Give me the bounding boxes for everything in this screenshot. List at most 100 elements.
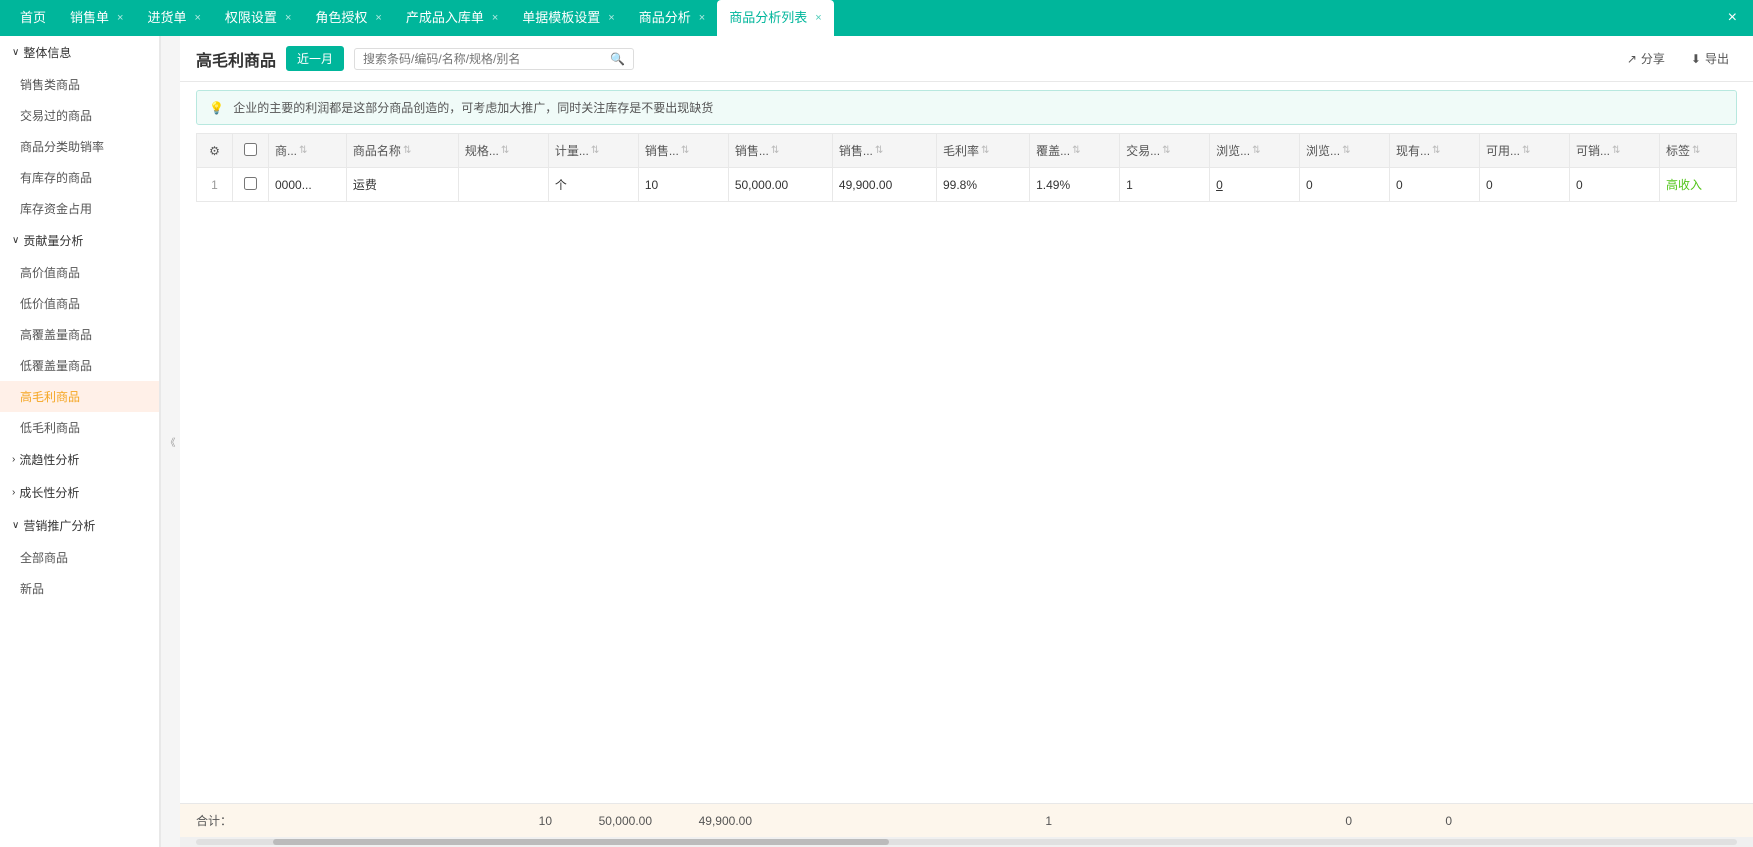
col-settings[interactable]: ⚙: [197, 134, 233, 168]
nav-product-warehouse[interactable]: 产成品入库单 ×: [394, 0, 510, 36]
sort-name-icon: ⇅: [403, 145, 411, 156]
cell-coverage: 1.49%: [1030, 168, 1120, 202]
nav-home[interactable]: 首页: [8, 0, 58, 36]
col-spec[interactable]: 规格... ⇅: [458, 134, 548, 168]
col-current-stock[interactable]: 现有... ⇅: [1390, 134, 1480, 168]
nav-product-analysis[interactable]: 商品分析 ×: [627, 0, 717, 36]
sort-unit-icon: ⇅: [591, 145, 599, 156]
col-available-stock[interactable]: 可用... ⇅: [1480, 134, 1570, 168]
cell-checkbox: [233, 168, 269, 202]
table-row: 1 0000... 运费: [197, 168, 1737, 202]
footer-sales-count: 10: [472, 814, 552, 828]
sort-available-icon: ⇅: [1522, 145, 1530, 156]
col-browse1[interactable]: 浏览... ⇅: [1210, 134, 1300, 168]
close-all-tabs-btn[interactable]: ×: [1720, 9, 1745, 27]
cell-current-stock: 0: [1390, 168, 1480, 202]
sidebar-section-contribution[interactable]: ∨ 贡献量分析: [0, 224, 159, 257]
sidebar-item-high-margin[interactable]: 高毛利商品: [0, 381, 159, 412]
share-icon: ↗: [1627, 52, 1637, 66]
sidebar-item-new-goods[interactable]: 新品: [0, 573, 159, 604]
sort-coverage-icon: ⇅: [1072, 145, 1080, 156]
export-btn[interactable]: ⬇ 导出: [1683, 46, 1737, 71]
sidebar-section-trend[interactable]: › 流趋性分析: [0, 443, 159, 476]
total-label: 合计：: [196, 812, 232, 829]
settings-icon[interactable]: ⚙: [209, 144, 220, 158]
nav-template-settings[interactable]: 单据模板设置 ×: [510, 0, 626, 36]
sort-code-icon: ⇅: [299, 145, 307, 156]
close-product-analysis[interactable]: ×: [699, 0, 705, 36]
info-bar: 💡 企业的主要的利润都是这部分商品创造的，可考虑加大推广，同时关注库存是不要出现…: [196, 90, 1737, 125]
nav-product-analysis-list[interactable]: 商品分析列表 ×: [717, 0, 833, 36]
close-purchase-order[interactable]: ×: [194, 0, 200, 36]
top-nav: 首页 销售单 × 进货单 × 权限设置 × 角色授权 × 产成品入库单 × 单据…: [0, 0, 1753, 36]
filter-recent-month-btn[interactable]: 近一月: [286, 46, 344, 71]
sort-tag-icon: ⇅: [1692, 145, 1700, 156]
h-scrollbar-thumb[interactable]: [273, 839, 889, 845]
col-sales-count[interactable]: 销售... ⇅: [638, 134, 728, 168]
col-browse2[interactable]: 浏览... ⇅: [1300, 134, 1390, 168]
nav-permission-settings[interactable]: 权限设置 ×: [213, 0, 303, 36]
share-btn[interactable]: ↗ 分享: [1619, 46, 1673, 71]
sidebar-section-marketing[interactable]: ∨ 营销推广分析: [0, 509, 159, 542]
search-input[interactable]: [363, 52, 610, 66]
nav-purchase-order[interactable]: 进货单 ×: [135, 0, 212, 36]
col-code[interactable]: 商... ⇅: [269, 134, 347, 168]
cell-salable: 0: [1570, 168, 1660, 202]
search-icon[interactable]: 🔍: [610, 52, 625, 66]
col-coverage[interactable]: 覆盖... ⇅: [1030, 134, 1120, 168]
cell-sales-count: 10: [638, 168, 728, 202]
nav-sales-order[interactable]: 销售单 ×: [58, 0, 135, 36]
sidebar-item-high-coverage[interactable]: 高覆盖量商品: [0, 319, 159, 350]
arrow-marketing: ∨: [12, 520, 19, 531]
sidebar-item-low-margin[interactable]: 低毛利商品: [0, 412, 159, 443]
cell-spec: [458, 168, 548, 202]
table-header-row: ⚙ 商... ⇅ 商品名称: [197, 134, 1737, 168]
content-area: 高毛利商品 近一月 🔍 ↗ 分享 ⬇ 导出 💡 企业的主要的利润都是这部分商品创…: [180, 36, 1753, 847]
sidebar-item-sales-goods[interactable]: 销售类商品: [0, 69, 159, 100]
sidebar-section-growth[interactable]: › 成长性分析: [0, 476, 159, 509]
cell-sales-profit: 49,900.00: [832, 168, 936, 202]
cell-unit: 个: [548, 168, 638, 202]
col-gross-margin[interactable]: 毛利率 ⇅: [936, 134, 1029, 168]
col-tag[interactable]: 标签 ⇅: [1659, 134, 1736, 168]
sidebar-item-low-value[interactable]: 低价值商品: [0, 288, 159, 319]
export-icon: ⬇: [1691, 52, 1701, 66]
sidebar-collapse-btn[interactable]: 《: [160, 36, 180, 847]
main-layout: ∨ 整体信息 销售类商品 交易过的商品 商品分类助销率 有库存的商品 库存资金占…: [0, 36, 1753, 847]
sidebar-item-low-coverage[interactable]: 低覆盖量商品: [0, 350, 159, 381]
col-transaction[interactable]: 交易... ⇅: [1120, 134, 1210, 168]
cell-browse2: 0: [1300, 168, 1390, 202]
col-name[interactable]: 商品名称 ⇅: [346, 134, 458, 168]
cell-browse1[interactable]: 0: [1210, 168, 1300, 202]
sidebar-item-high-value[interactable]: 高价值商品: [0, 257, 159, 288]
close-template-settings[interactable]: ×: [608, 0, 614, 36]
row-checkbox[interactable]: [244, 177, 257, 190]
cell-sales-amount: 50,000.00: [728, 168, 832, 202]
sidebar-item-traded-goods[interactable]: 交易过的商品: [0, 100, 159, 131]
sidebar-item-stock-capital[interactable]: 库存资金占用: [0, 193, 159, 224]
sidebar-item-in-stock-goods[interactable]: 有库存的商品: [0, 162, 159, 193]
close-product-warehouse[interactable]: ×: [492, 0, 498, 36]
table-wrapper[interactable]: ⚙ 商... ⇅ 商品名称: [196, 133, 1737, 803]
footer-sales-profit: 49,900.00: [672, 814, 752, 828]
close-product-analysis-list[interactable]: ×: [815, 0, 821, 36]
cell-num: 1: [197, 168, 233, 202]
col-unit[interactable]: 计量... ⇅: [548, 134, 638, 168]
nav-role-auth[interactable]: 角色授权 ×: [303, 0, 393, 36]
sidebar-item-all-goods[interactable]: 全部商品: [0, 542, 159, 573]
col-salable[interactable]: 可销... ⇅: [1570, 134, 1660, 168]
sort-spec-icon: ⇅: [501, 145, 509, 156]
select-all-checkbox[interactable]: [244, 143, 257, 156]
data-table: ⚙ 商... ⇅ 商品名称: [196, 133, 1737, 202]
h-scrollbar[interactable]: [196, 839, 1737, 845]
close-permission-settings[interactable]: ×: [285, 0, 291, 36]
footer-bar: 合计： 10 50,000.00 49,900.00 1 0 0: [180, 803, 1753, 837]
close-sales-order[interactable]: ×: [117, 0, 123, 36]
col-sales-profit[interactable]: 销售... ⇅: [832, 134, 936, 168]
search-box: 🔍: [354, 48, 634, 70]
cell-tag: 高收入: [1659, 168, 1736, 202]
sidebar-item-category-rate[interactable]: 商品分类助销率: [0, 131, 159, 162]
sidebar-section-general[interactable]: ∨ 整体信息: [0, 36, 159, 69]
close-role-auth[interactable]: ×: [375, 0, 381, 36]
col-sales-amount[interactable]: 销售... ⇅: [728, 134, 832, 168]
